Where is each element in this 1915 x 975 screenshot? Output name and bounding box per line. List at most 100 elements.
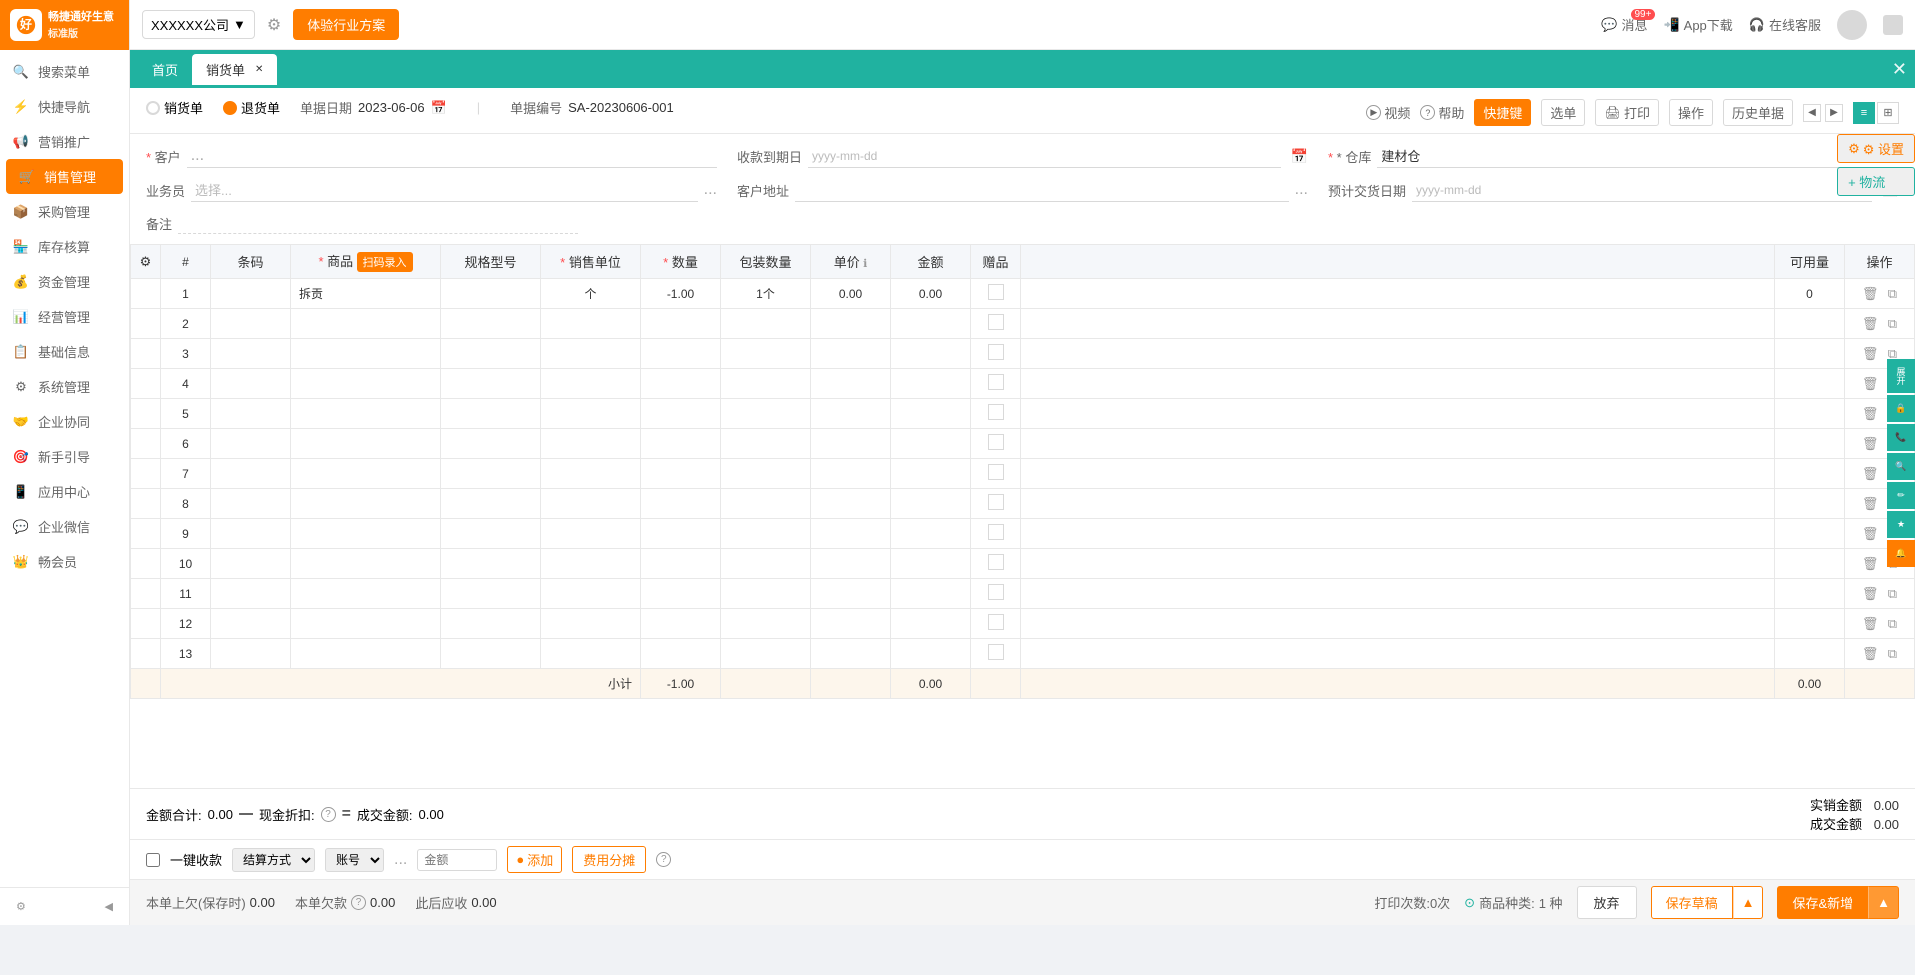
- delete-row-btn[interactable]: 🗑: [1859, 375, 1882, 393]
- cell-product[interactable]: [291, 639, 441, 669]
- cell-spec[interactable]: [441, 519, 541, 549]
- copy-row-btn[interactable]: ⧉: [1885, 315, 1900, 333]
- delete-row-btn[interactable]: 🗑: [1859, 615, 1882, 633]
- cell-spec[interactable]: [441, 429, 541, 459]
- cell-price[interactable]: 0.00: [811, 279, 891, 309]
- cell-spec[interactable]: [441, 399, 541, 429]
- cell-amount[interactable]: [891, 369, 971, 399]
- cell-spec[interactable]: [441, 369, 541, 399]
- copy-row-btn[interactable]: ⧉: [1885, 585, 1900, 603]
- cell-pack-qty[interactable]: 1个: [721, 279, 811, 309]
- cell-product[interactable]: [291, 369, 441, 399]
- delete-row-btn[interactable]: 🗑: [1859, 315, 1882, 333]
- copy-row-btn[interactable]: ⧉: [1885, 615, 1900, 633]
- cell-gift[interactable]: [971, 459, 1021, 489]
- float-phone-btn[interactable]: 📞: [1887, 424, 1915, 451]
- cell-price[interactable]: [811, 579, 891, 609]
- cell-quantity[interactable]: -1.00: [641, 279, 721, 309]
- shortcut-btn[interactable]: 快捷键: [1474, 99, 1531, 126]
- save-draft-button[interactable]: 保存草稿: [1651, 886, 1733, 919]
- cell-barcode[interactable]: [211, 279, 291, 309]
- cell-gift[interactable]: [971, 639, 1021, 669]
- cell-barcode[interactable]: [211, 429, 291, 459]
- copy-row-btn[interactable]: ⧉: [1885, 645, 1900, 663]
- online-service-btn[interactable]: 🎧 在线客服: [1749, 15, 1821, 34]
- cell-barcode[interactable]: [211, 549, 291, 579]
- order-no-value[interactable]: SA-20230606-001: [568, 100, 674, 115]
- cell-product[interactable]: 拆贡: [291, 279, 441, 309]
- cell-product[interactable]: [291, 519, 441, 549]
- video-btn[interactable]: ▶ 视频: [1366, 103, 1410, 122]
- sidebar-item-vip[interactable]: 👑 畅会员: [0, 544, 129, 579]
- cell-barcode[interactable]: [211, 459, 291, 489]
- cell-remark[interactable]: [1021, 489, 1775, 519]
- scan-barcode-btn[interactable]: 扫码录入: [357, 252, 413, 272]
- cell-barcode[interactable]: [211, 489, 291, 519]
- sidebar-item-search[interactable]: 🔍 搜索菜单: [0, 54, 129, 89]
- cell-pack-qty[interactable]: [721, 429, 811, 459]
- fee-split-btn[interactable]: 费用分摊: [572, 846, 646, 873]
- cell-amount[interactable]: [891, 429, 971, 459]
- warehouse-input[interactable]: 建材仓: [1377, 144, 1879, 168]
- cell-quantity[interactable]: [641, 459, 721, 489]
- app-download-btn[interactable]: 📲 App下载: [1663, 15, 1732, 34]
- cell-barcode[interactable]: [211, 519, 291, 549]
- message-btn[interactable]: 💬 消息 99+: [1601, 15, 1647, 34]
- cell-remark[interactable]: [1021, 639, 1775, 669]
- cell-quantity[interactable]: [641, 489, 721, 519]
- gift-checkbox[interactable]: [988, 344, 1004, 360]
- sidebar-item-app-center[interactable]: 📱 应用中心: [0, 474, 129, 509]
- cell-unit[interactable]: [541, 579, 641, 609]
- gift-checkbox[interactable]: [988, 374, 1004, 390]
- gift-checkbox[interactable]: [988, 314, 1004, 330]
- sidebar-item-marketing[interactable]: 📢 营销推广: [0, 124, 129, 159]
- cell-quantity[interactable]: [641, 399, 721, 429]
- cell-pack-qty[interactable]: [721, 309, 811, 339]
- cell-price[interactable]: [811, 369, 891, 399]
- cell-pack-qty[interactable]: [721, 579, 811, 609]
- cell-spec[interactable]: [441, 459, 541, 489]
- cell-barcode[interactable]: [211, 639, 291, 669]
- sidebar-item-sales[interactable]: 🛒 销售管理: [6, 159, 123, 194]
- cell-pack-qty[interactable]: [721, 339, 811, 369]
- cell-spec[interactable]: [441, 639, 541, 669]
- cell-gift[interactable]: [971, 519, 1021, 549]
- cell-price[interactable]: [811, 489, 891, 519]
- cell-remark[interactable]: [1021, 579, 1775, 609]
- cell-price[interactable]: [811, 339, 891, 369]
- tab-home[interactable]: 首页: [138, 54, 192, 85]
- sidebar-item-wechat[interactable]: 💬 企业微信: [0, 509, 129, 544]
- cell-price[interactable]: [811, 609, 891, 639]
- gift-checkbox[interactable]: [988, 644, 1004, 660]
- delivery-date-input[interactable]: yyyy-mm-dd: [1412, 178, 1872, 202]
- tab-close-icon[interactable]: ✕: [255, 64, 263, 75]
- prev-page-btn[interactable]: ◀: [1803, 104, 1821, 122]
- cell-gift[interactable]: [971, 429, 1021, 459]
- cell-remark[interactable]: [1021, 279, 1775, 309]
- cell-quantity[interactable]: [641, 609, 721, 639]
- gift-checkbox[interactable]: [988, 464, 1004, 480]
- user-menu-icon[interactable]: [1883, 15, 1903, 35]
- cell-barcode[interactable]: [211, 399, 291, 429]
- history-btn[interactable]: 历史单据: [1723, 99, 1793, 126]
- cell-unit[interactable]: [541, 429, 641, 459]
- float-notification-btn[interactable]: 🔔: [1887, 540, 1915, 567]
- fee-info-icon[interactable]: ?: [656, 852, 671, 867]
- select-btn[interactable]: 选单: [1541, 99, 1585, 126]
- cell-product[interactable]: [291, 609, 441, 639]
- cell-amount[interactable]: 0.00: [891, 279, 971, 309]
- cell-unit[interactable]: [541, 609, 641, 639]
- help-btn[interactable]: ? 帮助: [1420, 103, 1464, 122]
- cell-amount[interactable]: [891, 579, 971, 609]
- cell-amount[interactable]: [891, 639, 971, 669]
- settings-button[interactable]: ⚙ ⚙ 设置: [1837, 134, 1915, 163]
- float-lock-btn[interactable]: 🔒: [1887, 395, 1915, 422]
- delete-row-btn[interactable]: 🗑: [1859, 585, 1882, 603]
- debt-info-icon[interactable]: ?: [351, 895, 366, 910]
- cell-pack-qty[interactable]: [721, 549, 811, 579]
- delete-row-btn[interactable]: 🗑: [1859, 285, 1882, 303]
- discard-button[interactable]: 放弃: [1577, 886, 1637, 919]
- payment-method-select[interactable]: 结算方式: [232, 848, 315, 872]
- cell-quantity[interactable]: [641, 639, 721, 669]
- return-order-radio[interactable]: 退货单: [223, 98, 280, 117]
